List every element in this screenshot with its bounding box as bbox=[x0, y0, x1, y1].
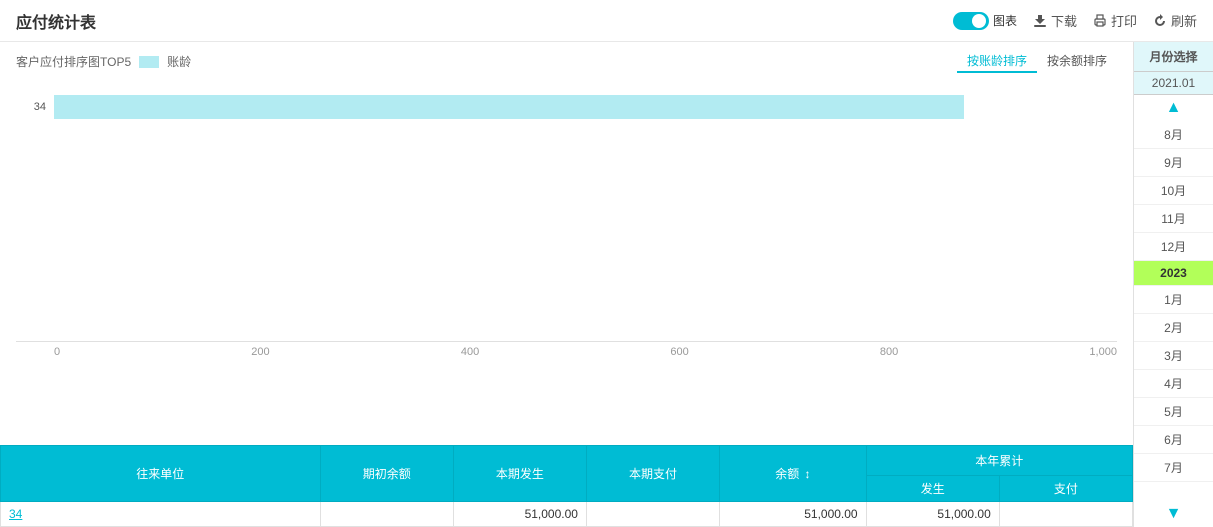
sidebar-month-10[interactable]: 10月 bbox=[1134, 177, 1213, 205]
chart-sort-tabs: 按账龄排序 按余额排序 bbox=[957, 50, 1117, 73]
unit-link[interactable]: 34 bbox=[9, 507, 22, 521]
right-sidebar: 月份选择 2021.01 ▲ 8月 9月 10月 11月 12月 2023 1月… bbox=[1133, 42, 1213, 527]
page-title: 应付统计表 bbox=[16, 9, 96, 33]
sidebar-up-button[interactable]: ▲ bbox=[1134, 95, 1213, 121]
sidebar-month-1[interactable]: 1月 bbox=[1134, 286, 1213, 314]
chart-header: 客户应付排序图TOP5 账龄 按账龄排序 按余额排序 bbox=[0, 42, 1133, 77]
bar-track: 856天 bbox=[54, 95, 1117, 119]
sidebar-month-2[interactable]: 2月 bbox=[1134, 314, 1213, 342]
col-header-year-total: 本年累计 bbox=[866, 446, 1132, 476]
download-label: 下载 bbox=[1051, 11, 1077, 30]
cell-opening bbox=[320, 502, 453, 527]
legend-box bbox=[139, 56, 159, 68]
sidebar-down-button[interactable]: ▼ bbox=[1134, 501, 1213, 527]
sidebar-month-6[interactable]: 6月 bbox=[1134, 426, 1213, 454]
sidebar-month-7[interactable]: 7月 bbox=[1134, 454, 1213, 482]
col-header-year-occur: 发生 bbox=[866, 476, 999, 502]
x-axis-600: 600 bbox=[670, 346, 688, 358]
chart-legend: 客户应付排序图TOP5 账龄 bbox=[16, 53, 191, 70]
refresh-button[interactable]: 刷新 bbox=[1153, 11, 1197, 30]
sidebar-month-12[interactable]: 12月 bbox=[1134, 233, 1213, 261]
bar-fill bbox=[54, 95, 964, 119]
download-icon bbox=[1033, 14, 1047, 28]
cell-year-pay bbox=[999, 502, 1132, 527]
x-axis-0: 0 bbox=[54, 346, 60, 358]
table-row: 34 51,000.00 51,000.00 51,000.00 bbox=[1, 502, 1133, 527]
col-header-current-pay: 本期支付 bbox=[586, 446, 719, 502]
chart-area: 34 856天 0 200 400 600 800 1,000 bbox=[0, 77, 1133, 445]
cell-year-occur: 51,000.00 bbox=[866, 502, 999, 527]
col-header-balance: 余额 ↕ bbox=[720, 446, 866, 502]
cell-balance: 51,000.00 bbox=[720, 502, 866, 527]
table-header-row: 往来单位 期初余额 本期发生 本期支付 余额 ↕ 本年累计 bbox=[1, 446, 1133, 476]
legend-title: 客户应付排序图TOP5 bbox=[16, 53, 131, 70]
balance-label: 余额 bbox=[775, 467, 799, 481]
print-label: 打印 bbox=[1111, 11, 1137, 30]
legend-box-label: 账龄 bbox=[167, 53, 191, 70]
toggle-knob bbox=[972, 14, 986, 28]
sidebar-month-9[interactable]: 9月 bbox=[1134, 149, 1213, 177]
sort-tab-amount[interactable]: 按账龄排序 bbox=[957, 50, 1037, 73]
data-table: 往来单位 期初余额 本期发生 本期支付 余额 ↕ 本年累计 发生 bbox=[0, 445, 1133, 527]
sidebar-year-2023[interactable]: 2023 bbox=[1134, 261, 1213, 286]
content-area: 客户应付排序图TOP5 账龄 按账龄排序 按余额排序 34 bbox=[0, 42, 1213, 527]
refresh-icon bbox=[1153, 14, 1167, 28]
x-axis: 0 200 400 600 800 1,000 bbox=[16, 341, 1117, 358]
cell-current-pay bbox=[586, 502, 719, 527]
table-section: 往来单位 期初余额 本期发生 本期支付 余额 ↕ 本年累计 发生 bbox=[0, 445, 1133, 527]
bar-row: 34 856天 bbox=[16, 87, 1117, 127]
sidebar-month-list: 8月 9月 10月 11月 12月 2023 1月 2月 3月 4月 5月 6月… bbox=[1134, 121, 1213, 501]
header-actions: 图表 下载 打印 刷新 bbox=[953, 11, 1197, 30]
bar-chart: 34 856天 bbox=[16, 77, 1117, 337]
download-button[interactable]: 下载 bbox=[1033, 11, 1077, 30]
x-axis-1000: 1,000 bbox=[1089, 346, 1117, 358]
x-axis-800: 800 bbox=[880, 346, 898, 358]
sort-icon[interactable]: ↕ bbox=[805, 467, 811, 481]
sidebar-year-label[interactable]: 2021.01 bbox=[1134, 72, 1213, 95]
sidebar-header: 月份选择 bbox=[1134, 42, 1213, 72]
sidebar-month-11[interactable]: 11月 bbox=[1134, 205, 1213, 233]
x-axis-400: 400 bbox=[461, 346, 479, 358]
x-axis-200: 200 bbox=[251, 346, 269, 358]
sidebar-month-8[interactable]: 8月 bbox=[1134, 121, 1213, 149]
col-header-current-occur: 本期发生 bbox=[453, 446, 586, 502]
sidebar-month-4[interactable]: 4月 bbox=[1134, 370, 1213, 398]
chart-section: 客户应付排序图TOP5 账龄 按账龄排序 按余额排序 34 bbox=[0, 42, 1133, 527]
header: 应付统计表 图表 下载 打印 刷新 bbox=[0, 0, 1213, 42]
chart-toggle-wrap: 图表 bbox=[953, 12, 1017, 30]
col-header-opening: 期初余额 bbox=[320, 446, 453, 502]
cell-current-occur: 51,000.00 bbox=[453, 502, 586, 527]
sidebar-month-5[interactable]: 5月 bbox=[1134, 398, 1213, 426]
sidebar-month-3[interactable]: 3月 bbox=[1134, 342, 1213, 370]
bar-id-label: 34 bbox=[16, 101, 46, 113]
print-icon bbox=[1093, 14, 1107, 28]
toggle-label: 图表 bbox=[993, 12, 1017, 29]
refresh-label: 刷新 bbox=[1171, 11, 1197, 30]
cell-unit: 34 bbox=[1, 502, 321, 527]
sort-tab-balance[interactable]: 按余额排序 bbox=[1037, 50, 1117, 73]
chart-toggle[interactable] bbox=[953, 12, 989, 30]
print-button[interactable]: 打印 bbox=[1093, 11, 1137, 30]
col-header-unit: 往来单位 bbox=[1, 446, 321, 502]
col-header-year-pay: 支付 bbox=[999, 476, 1132, 502]
